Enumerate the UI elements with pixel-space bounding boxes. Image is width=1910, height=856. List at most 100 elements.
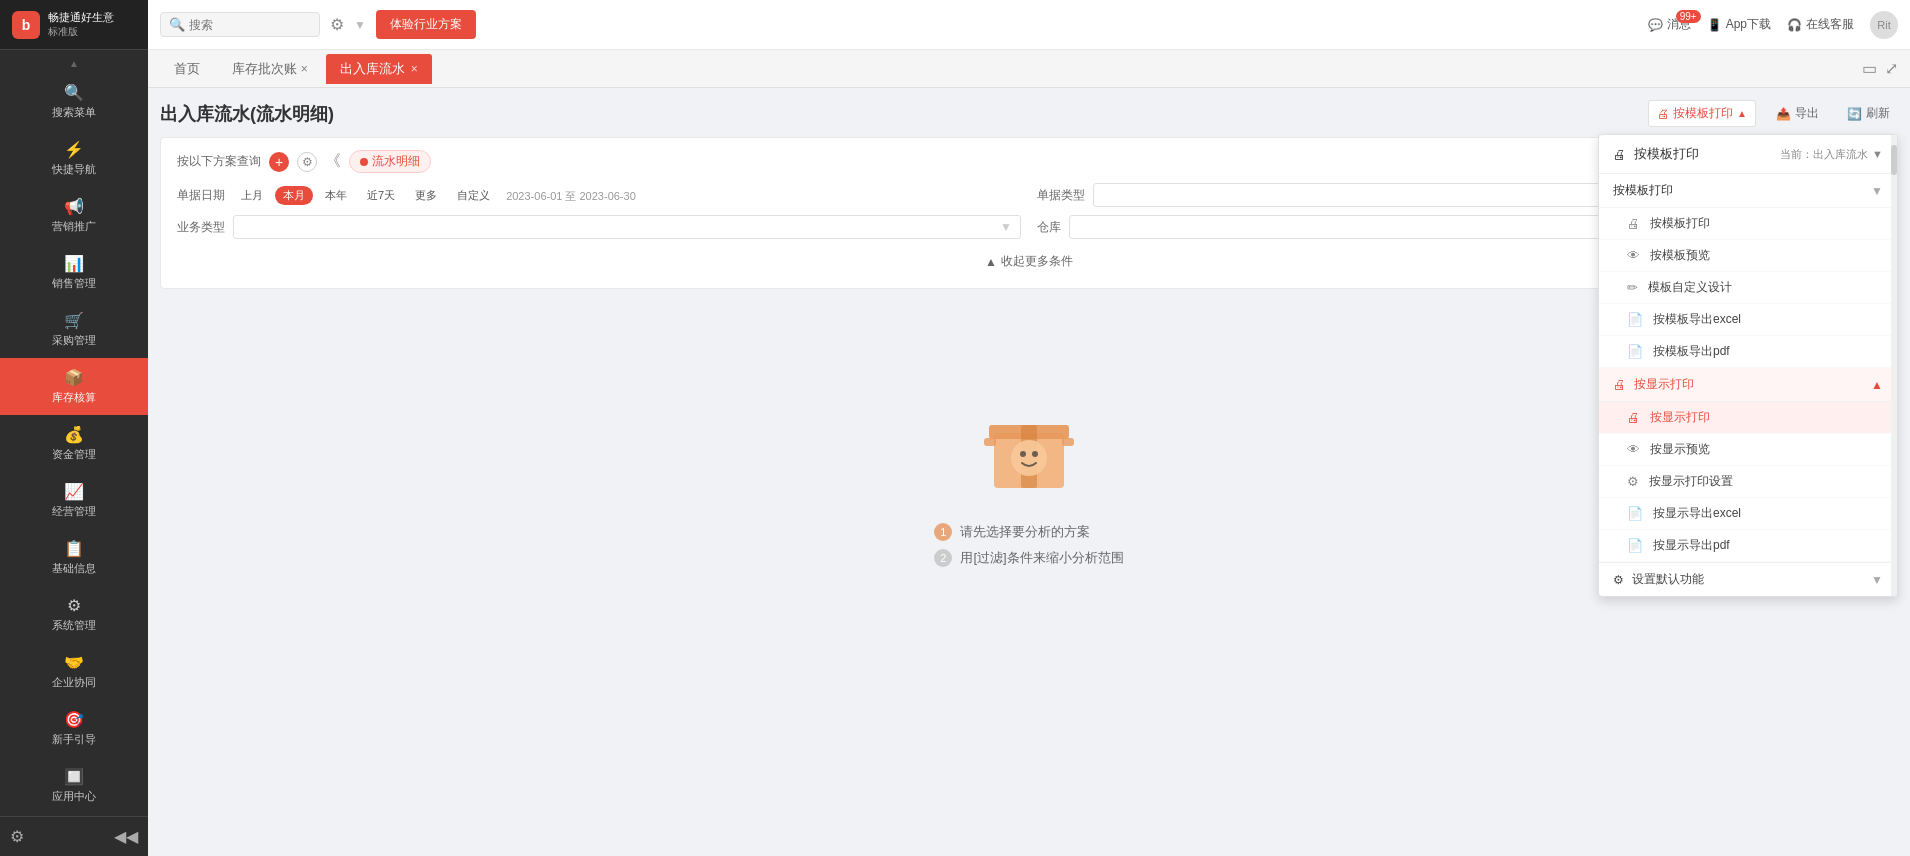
- tab-minimize-icon[interactable]: ▭: [1862, 59, 1877, 78]
- finance-icon: 💰: [64, 425, 84, 444]
- quick-nav-icon: ⚡: [64, 140, 84, 159]
- sidebar-item-inventory[interactable]: 📦 库存核算: [0, 358, 148, 415]
- app-download-btn[interactable]: 📱 App下载: [1707, 16, 1771, 33]
- display-preview-label: 按显示预览: [1650, 441, 1710, 458]
- tab-inout-flow-label: 出入库流水: [340, 60, 405, 78]
- set-default-btn[interactable]: ⚙ 设置默认功能 ▼: [1599, 562, 1897, 596]
- template-export-pdf-item[interactable]: 📄 按模板导出pdf: [1599, 336, 1897, 368]
- topbar: 🔍 ⚙ ▼ 体验行业方案 💬 消息 99+ 📱 App下载 🎧 在线客服 Rit: [148, 0, 1910, 50]
- service-btn[interactable]: 🎧 在线客服: [1787, 16, 1854, 33]
- date-btn-this-month[interactable]: 本月: [275, 186, 313, 205]
- current-template-label: 当前：出入库流水: [1780, 147, 1868, 162]
- topbar-gear-icon[interactable]: ⚙: [330, 15, 344, 34]
- date-btn-last-7-days[interactable]: 近7天: [359, 186, 403, 205]
- date-btn-this-year[interactable]: 本年: [317, 186, 355, 205]
- dropdown-scrollbar[interactable]: [1891, 135, 1897, 596]
- template-export-excel-icon: 📄: [1627, 312, 1643, 327]
- print-template-btn[interactable]: 🖨 按模板打印 ▲: [1648, 100, 1756, 127]
- display-section-title: 按显示打印: [1634, 376, 1694, 393]
- template-export-pdf-icon: 📄: [1627, 344, 1643, 359]
- tab-home[interactable]: 首页: [160, 54, 214, 84]
- template-section-header: 按模板打印 ▼: [1599, 174, 1897, 208]
- sidebar-item-cooperation[interactable]: 🤝 企业协同: [0, 643, 148, 700]
- topbar-dropdown-icon[interactable]: ▼: [354, 18, 366, 32]
- sidebar-logo: b 畅捷通好生意 标准版: [0, 0, 148, 50]
- print-dropdown-panel: 🖨 按模板打印 当前：出入库流水 ▼ 按模板打印 ▼ 🖨: [1598, 134, 1898, 597]
- filter-active-tag[interactable]: 流水明细: [349, 150, 431, 173]
- template-export-excel-item[interactable]: 📄 按模板导出excel: [1599, 304, 1897, 336]
- sidebar-item-operations[interactable]: 📈 经营管理: [0, 472, 148, 529]
- print-chevron-up-icon: ▲: [1737, 108, 1747, 119]
- filter-settings-btn[interactable]: ⚙: [297, 152, 317, 172]
- template-custom-item[interactable]: ✏ 模板自定义设计: [1599, 272, 1897, 304]
- display-section-toggle[interactable]: 🖨 按显示打印 ▲: [1599, 368, 1897, 402]
- display-print-settings-icon: ⚙: [1627, 474, 1639, 489]
- tab-inout-flow-close[interactable]: ×: [411, 62, 418, 76]
- voucher-type-label: 单据类型: [1037, 187, 1085, 204]
- display-export-pdf-item[interactable]: 📄 按显示导出pdf: [1599, 530, 1897, 562]
- print-label: 按模板打印: [1673, 105, 1733, 122]
- sidebar-item-marketing[interactable]: 📢 营销推广: [0, 187, 148, 244]
- template-preview-item[interactable]: 👁 按模板预览: [1599, 240, 1897, 272]
- trial-btn[interactable]: 体验行业方案: [376, 10, 476, 39]
- date-btn-custom[interactable]: 自定义: [449, 186, 498, 205]
- filter-collapse-btn[interactable]: 《: [325, 151, 341, 172]
- display-print-item[interactable]: 🖨 按显示打印: [1599, 402, 1897, 434]
- message-btn[interactable]: 💬 消息 99+: [1648, 16, 1691, 33]
- sidebar-item-basic[interactable]: 📋 基础信息: [0, 529, 148, 586]
- sidebar-item-finance[interactable]: 💰 资金管理: [0, 415, 148, 472]
- svg-rect-6: [984, 438, 996, 446]
- filter-active-label: 流水明细: [372, 153, 420, 170]
- display-print-settings-item[interactable]: ⚙ 按显示打印设置: [1599, 466, 1897, 498]
- filter-add-btn[interactable]: +: [269, 152, 289, 172]
- guide-icon: 🎯: [64, 710, 84, 729]
- template-print-item[interactable]: 🖨 按模板打印: [1599, 208, 1897, 240]
- current-template-chevron: ▼: [1872, 148, 1883, 160]
- topbar-search-input[interactable]: [189, 18, 309, 32]
- sidebar-item-guide[interactable]: 🎯 新手引导: [0, 700, 148, 757]
- template-print-label: 按模板打印: [1650, 215, 1710, 232]
- search-small-icon: 🔍: [169, 17, 185, 32]
- tab-inout-flow[interactable]: 出入库流水 ×: [326, 54, 432, 84]
- export-btn[interactable]: 📤 导出: [1768, 101, 1827, 126]
- display-export-excel-item[interactable]: 📄 按显示导出excel: [1599, 498, 1897, 530]
- sidebar-item-system[interactable]: ⚙ 系统管理: [0, 586, 148, 643]
- purchase-icon: 🛒: [64, 311, 84, 330]
- tab-maximize-icon[interactable]: ⤢: [1885, 59, 1898, 78]
- display-toggle-icon: 🖨: [1613, 377, 1626, 392]
- sidebar-item-marketing-label: 营销推广: [52, 219, 96, 234]
- user-avatar[interactable]: Rit: [1870, 11, 1898, 39]
- print-dropdown-icon: 🖨: [1613, 147, 1626, 162]
- display-export-excel-icon: 📄: [1627, 506, 1643, 521]
- sidebar-item-quick-nav[interactable]: ⚡ 快捷导航: [0, 130, 148, 187]
- tab-expand: ▭ ⤢: [1862, 59, 1898, 78]
- sidebar-item-sales[interactable]: 📊 销售管理: [0, 244, 148, 301]
- topbar-search-box[interactable]: 🔍: [160, 12, 320, 37]
- display-preview-icon: 👁: [1627, 442, 1640, 457]
- tab-batch-account[interactable]: 库存批次账 ×: [218, 54, 322, 84]
- business-type-dropdown-icon: ▼: [1000, 220, 1012, 234]
- date-range-display: 2023-06-01 至 2023-06-30: [506, 189, 636, 204]
- filter-label: 按以下方案查询: [177, 153, 261, 170]
- svg-point-4: [1020, 451, 1026, 457]
- sidebar-item-app-center[interactable]: 🔲 应用中心: [0, 757, 148, 814]
- page-header: 出入库流水(流水明细) 🖨 按模板打印 ▲ 📤 导出 🔄 刷新: [160, 100, 1898, 127]
- date-btn-more[interactable]: 更多: [407, 186, 445, 205]
- collapse-sidebar-icon[interactable]: ◀◀: [114, 827, 138, 846]
- refresh-btn[interactable]: 🔄 刷新: [1839, 101, 1898, 126]
- set-default-chevron: ▼: [1871, 573, 1883, 587]
- message-icon: 💬: [1648, 18, 1663, 32]
- tab-batch-account-close[interactable]: ×: [301, 62, 308, 76]
- sidebar-item-purchase[interactable]: 🛒 采购管理: [0, 301, 148, 358]
- date-btn-last-month[interactable]: 上月: [233, 186, 271, 205]
- basic-icon: 📋: [64, 539, 84, 558]
- sidebar-item-cooperation-label: 企业协同: [52, 675, 96, 690]
- filter-date-field: 单据日期 上月 本月 本年 近7天 更多 自定义 2023-06-01 至 20…: [177, 186, 1021, 205]
- sidebar-item-search[interactable]: 🔍 搜索菜单: [0, 73, 148, 130]
- display-preview-item[interactable]: 👁 按显示预览: [1599, 434, 1897, 466]
- settings-bottom-icon[interactable]: ⚙: [10, 827, 24, 846]
- sidebar-nav: ▲ 🔍 搜索菜单 ⚡ 快捷导航 📢 营销推广 📊 销售管理 🛒 采购管理 📦 库…: [0, 50, 148, 816]
- dropdown-scrollbar-thumb: [1891, 145, 1897, 175]
- display-section-chevron-up: ▲: [1871, 378, 1883, 392]
- business-type-select[interactable]: ▼: [233, 215, 1021, 239]
